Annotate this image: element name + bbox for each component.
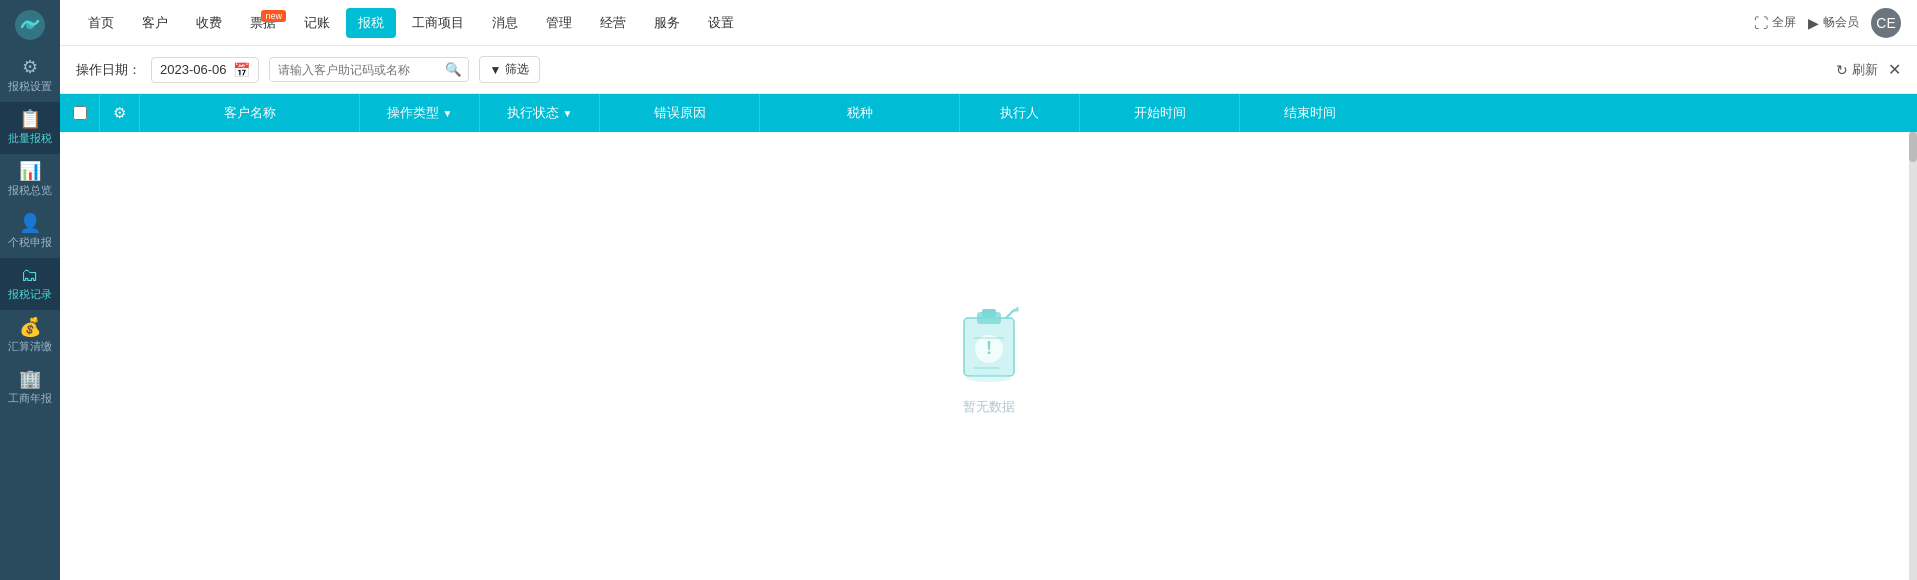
sidebar-logo (0, 0, 60, 50)
th-zhixingzhuangtai[interactable]: 执行状态 ▼ (480, 94, 600, 132)
member-label: 畅会员 (1823, 14, 1859, 31)
settings-icon: ⚙ (113, 104, 126, 122)
content-area: 操作日期： 2023-06-06 📅 🔍 ▼ 筛选 ↻ 刷新 (60, 46, 1917, 580)
sidebar-item-piliangbaoshui[interactable]: 📋 批量报税 (0, 102, 60, 154)
fullscreen-label: 全屏 (1772, 14, 1796, 31)
th-caozuoleixing[interactable]: 操作类型 ▼ (360, 94, 480, 132)
gongshangnianba-icon: 🏢 (19, 370, 41, 388)
th-shuizhong: 税种 (760, 94, 960, 132)
nav-shouye[interactable]: 首页 (76, 8, 126, 38)
fullscreen-button[interactable]: ⛶ 全屏 (1754, 14, 1796, 31)
member-button[interactable]: ▶ 畅会员 (1808, 14, 1859, 31)
sidebar-item-baoshuizonglan[interactable]: 📊 报税总览 (0, 154, 60, 206)
toolbar: 操作日期： 2023-06-06 📅 🔍 ▼ 筛选 ↻ 刷新 (60, 46, 1917, 94)
filter-label: 筛选 (505, 61, 529, 78)
nav-shezhi[interactable]: 设置 (696, 8, 746, 38)
nav-items: 首页 客户 收费 票据 new 记账 报税 工商项目 消息 管理 经营 服务 设… (76, 8, 1754, 38)
empty-text: 暂无数据 (963, 398, 1015, 416)
date-label: 操作日期： (76, 61, 141, 79)
sidebar-item-label: 个税申报 (8, 235, 52, 250)
scrollbar-thumb[interactable] (1909, 132, 1917, 162)
nav-fuwu[interactable]: 服务 (642, 8, 692, 38)
geshuishenbao-icon: 👤 (19, 214, 41, 232)
search-input[interactable] (270, 59, 439, 81)
nav-shoufei[interactable]: 收费 (184, 8, 234, 38)
svg-point-1 (26, 21, 34, 29)
empty-state: ! 暂无数据 (944, 296, 1034, 416)
refresh-label: 刷新 (1852, 61, 1878, 79)
filter-button[interactable]: ▼ 筛选 (479, 56, 541, 83)
sidebar-item-label: 汇算清缴 (8, 339, 52, 354)
svg-point-12 (967, 374, 1011, 382)
sort-icon-zhixing: ▼ (563, 108, 573, 119)
calendar-icon: 📅 (233, 62, 250, 78)
sidebar: ⚙ 报税设置 📋 批量报税 📊 报税总览 👤 个税申报 🗂 报税记录 💰 汇算清… (0, 0, 60, 580)
nav-kehu[interactable]: 客户 (130, 8, 180, 38)
sidebar-item-baoshuijilu[interactable]: 🗂 报税记录 (0, 258, 60, 310)
close-button[interactable]: ✕ (1888, 60, 1901, 79)
nav-xiaoxi[interactable]: 消息 (480, 8, 530, 38)
top-navigation: 首页 客户 收费 票据 new 记账 报税 工商项目 消息 管理 经营 服务 设… (60, 0, 1917, 46)
piliangbaoshui-icon: 📋 (19, 110, 41, 128)
huisuanqingjiao-icon: 💰 (19, 318, 41, 336)
nav-jingying[interactable]: 经营 (588, 8, 638, 38)
empty-illustration: ! (944, 296, 1034, 386)
table-body: ! 暂无数据 (60, 132, 1917, 580)
nav-baoshui[interactable]: 报税 (346, 8, 396, 38)
sidebar-item-label: 工商年报 (8, 391, 52, 406)
svg-line-10 (1006, 310, 1014, 318)
search-button[interactable]: 🔍 (439, 58, 468, 81)
th-checkbox[interactable] (60, 94, 100, 132)
avatar[interactable]: CE (1871, 8, 1901, 38)
main-area: 首页 客户 收费 票据 new 记账 报税 工商项目 消息 管理 经营 服务 设… (60, 0, 1917, 580)
svg-text:!: ! (986, 338, 992, 358)
member-icon: ▶ (1808, 15, 1819, 31)
baoshuishezhi-icon: ⚙ (22, 58, 38, 76)
th-jiesushijian: 结束时间 (1240, 94, 1380, 132)
baoshuizonglan-icon: 📊 (19, 162, 41, 180)
svg-rect-5 (982, 309, 996, 317)
sidebar-item-label: 报税总览 (8, 183, 52, 198)
th-settings[interactable]: ⚙ (100, 94, 140, 132)
date-picker[interactable]: 2023-06-06 📅 (151, 57, 259, 83)
baoshuijilu-icon: 🗂 (21, 266, 39, 284)
fullscreen-icon: ⛶ (1754, 15, 1768, 31)
nav-jizhang[interactable]: 记账 (292, 8, 342, 38)
topnav-right: ⛶ 全屏 ▶ 畅会员 CE (1754, 8, 1901, 38)
svg-marker-11 (1014, 306, 1019, 312)
th-kaishishijian: 开始时间 (1080, 94, 1240, 132)
sidebar-item-geshuishenbao[interactable]: 👤 个税申报 (0, 206, 60, 258)
th-zhixingren: 执行人 (960, 94, 1080, 132)
filter-icon: ▼ (490, 63, 502, 77)
search-icon: 🔍 (445, 62, 462, 77)
date-value: 2023-06-06 (160, 62, 227, 77)
sidebar-item-label: 报税记录 (8, 287, 52, 302)
table-header: ⚙ 客户名称 操作类型 ▼ 执行状态 ▼ 错误原因 税种 (60, 94, 1917, 132)
piaoju-badge: new (261, 10, 286, 22)
sidebar-item-gongshangnianba[interactable]: 🏢 工商年报 (0, 362, 60, 414)
nav-gongshangxiangmu[interactable]: 工商项目 (400, 8, 476, 38)
sidebar-item-huisuanqingjiao[interactable]: 💰 汇算清缴 (0, 310, 60, 362)
sidebar-item-label: 报税设置 (8, 79, 52, 94)
nav-guanli[interactable]: 管理 (534, 8, 584, 38)
data-table: ⚙ 客户名称 操作类型 ▼ 执行状态 ▼ 错误原因 税种 (60, 94, 1917, 580)
toolbar-right: ↻ 刷新 ✕ (1836, 60, 1901, 79)
refresh-button[interactable]: ↻ 刷新 (1836, 61, 1878, 79)
scrollbar[interactable] (1909, 132, 1917, 580)
nav-piaoju[interactable]: 票据 new (238, 8, 288, 38)
refresh-icon: ↻ (1836, 62, 1848, 78)
select-all-checkbox[interactable] (73, 106, 87, 120)
th-kehumingcheng: 客户名称 (140, 94, 360, 132)
th-cuowuyuanyin: 错误原因 (600, 94, 760, 132)
sidebar-item-baoshuishezhi[interactable]: ⚙ 报税设置 (0, 50, 60, 102)
sidebar-item-label: 批量报税 (8, 131, 52, 146)
sort-icon-caozuo: ▼ (443, 108, 453, 119)
search-box: 🔍 (269, 57, 469, 82)
close-icon: ✕ (1888, 61, 1901, 78)
